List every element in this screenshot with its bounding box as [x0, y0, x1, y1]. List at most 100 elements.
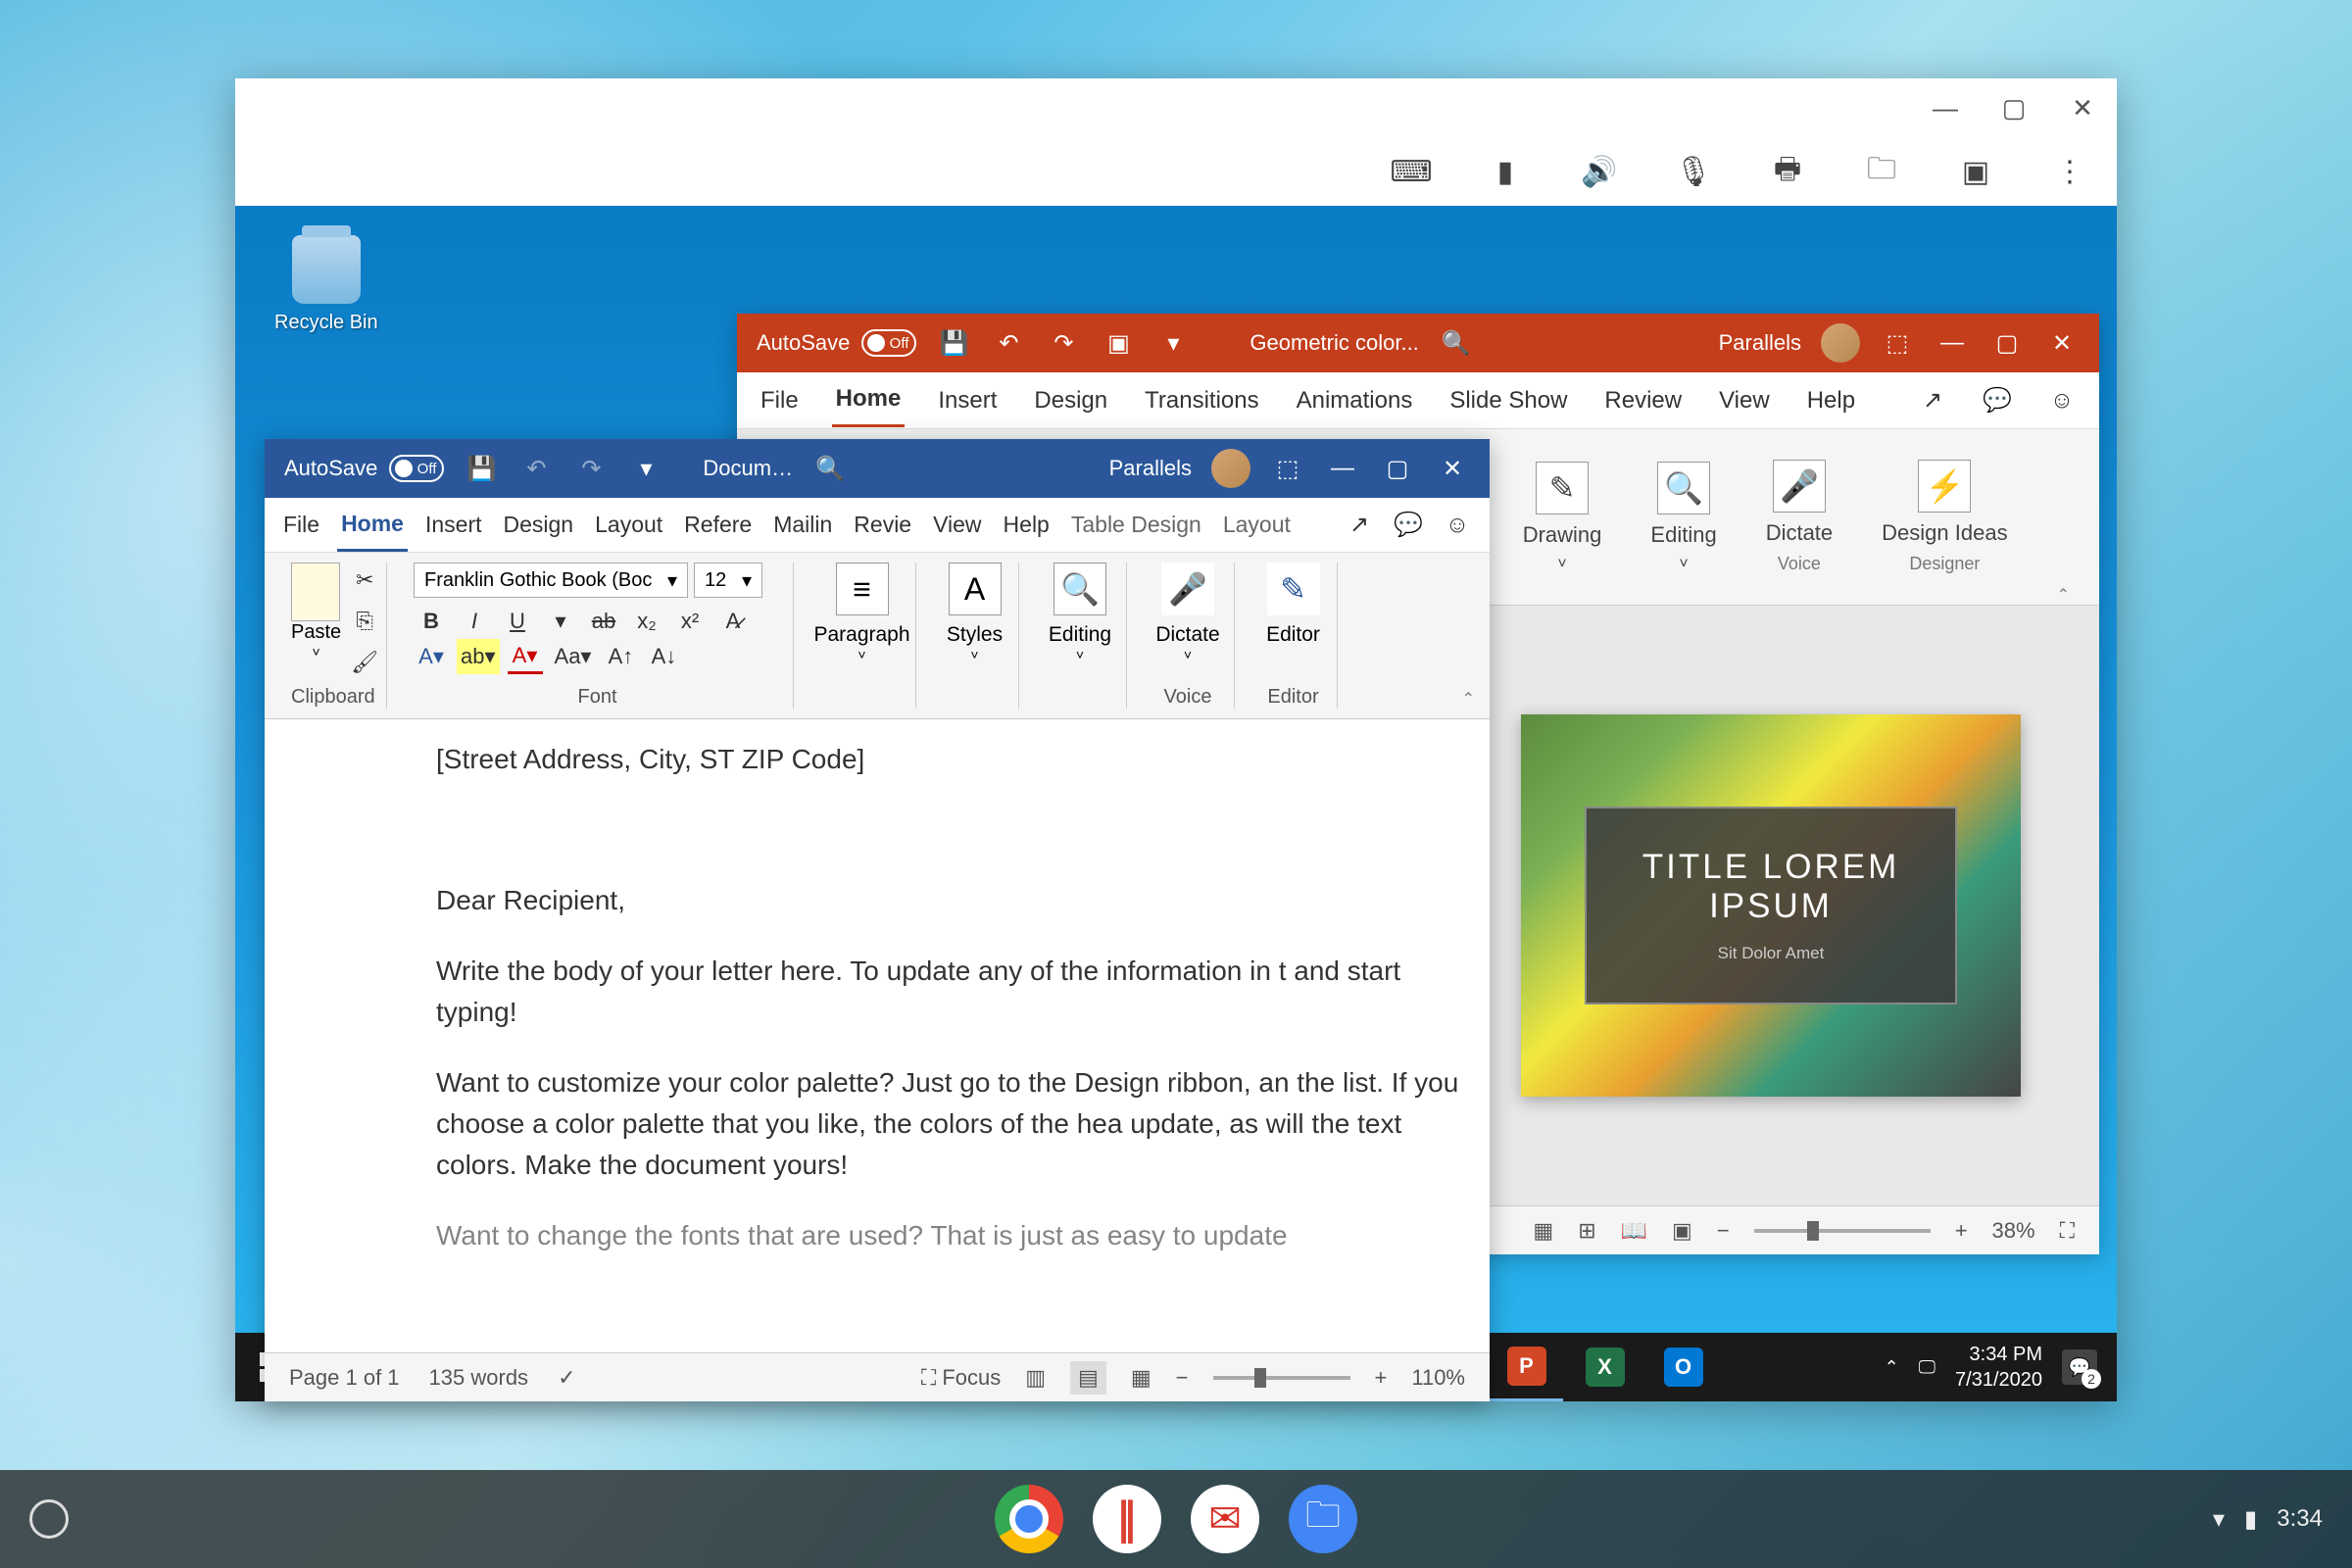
- font-color-icon[interactable]: A▾: [508, 639, 543, 674]
- recycle-bin[interactable]: Recycle Bin: [274, 235, 378, 334]
- zoom-in-icon[interactable]: +: [1375, 1365, 1388, 1391]
- emoji-icon[interactable]: ☺: [1440, 508, 1475, 543]
- menu-file[interactable]: File: [279, 500, 323, 550]
- menu-animations[interactable]: Animations: [1293, 375, 1417, 426]
- menu-home[interactable]: Home: [832, 373, 906, 427]
- taskbar-excel[interactable]: X: [1568, 1333, 1642, 1401]
- minimize-icon[interactable]: —: [1935, 325, 1970, 361]
- page-indicator[interactable]: Page 1 of 1: [289, 1365, 400, 1391]
- view-print-icon[interactable]: ▤: [1070, 1361, 1106, 1395]
- editing-icon[interactable]: 🔍: [1054, 563, 1106, 615]
- customize-qat-icon[interactable]: ▾: [1155, 325, 1191, 361]
- copy-icon[interactable]: ⎘: [347, 604, 382, 639]
- tray-clock[interactable]: 3:34 PM 7/31/2020: [1955, 1342, 2042, 1393]
- close-icon[interactable]: ✕: [2068, 96, 2097, 120]
- menu-view[interactable]: View: [929, 500, 985, 550]
- search-icon[interactable]: 🔍: [1439, 325, 1474, 361]
- undo-icon[interactable]: ↶: [991, 325, 1026, 361]
- ppt-autosave-toggle[interactable]: Off: [861, 329, 916, 357]
- volume-icon[interactable]: 🔊: [1582, 154, 1617, 189]
- redo-icon[interactable]: ↷: [1046, 325, 1081, 361]
- ribbon-dictate[interactable]: 🎤DictateVoice: [1766, 460, 1833, 574]
- ribbon-display-icon[interactable]: ⬚: [1880, 325, 1915, 361]
- tray-display-icon[interactable]: 🖵: [1919, 1357, 1936, 1378]
- menu-mailings[interactable]: Mailin: [769, 500, 836, 550]
- menu-references[interactable]: Refere: [680, 500, 756, 550]
- folder-icon[interactable]: 🗀: [1864, 154, 1899, 189]
- menu-slideshow[interactable]: Slide Show: [1446, 375, 1571, 426]
- menu-design[interactable]: Design: [1030, 375, 1111, 426]
- editor-icon[interactable]: ✎: [1267, 563, 1320, 615]
- more-icon[interactable]: ⋮: [2052, 154, 2087, 189]
- comments-icon[interactable]: 💬: [1980, 383, 2015, 418]
- view-web-icon[interactable]: ▦: [1131, 1365, 1152, 1391]
- menu-review[interactable]: Revie: [850, 500, 915, 550]
- camera-icon[interactable]: ▮: [1488, 154, 1523, 189]
- minimize-icon[interactable]: —: [1931, 96, 1960, 120]
- strikethrough-button[interactable]: ab: [586, 604, 621, 639]
- keyboard-icon[interactable]: ⌨: [1394, 154, 1429, 189]
- view-sorter-icon[interactable]: ⊞: [1578, 1218, 1595, 1244]
- menu-insert[interactable]: Insert: [421, 500, 486, 550]
- change-case-icon[interactable]: Aa▾: [551, 639, 596, 674]
- maximize-icon[interactable]: ▢: [1380, 451, 1415, 486]
- collapse-ribbon-icon[interactable]: ⌃: [1462, 689, 1475, 709]
- action-center-icon[interactable]: 💬: [2062, 1349, 2097, 1385]
- taskbar-powerpoint[interactable]: P: [1490, 1333, 1563, 1401]
- shelf-files[interactable]: 🗀: [1289, 1485, 1357, 1553]
- ribbon-editing[interactable]: 🔍Editing˅: [1650, 462, 1716, 573]
- underline-dropdown-icon[interactable]: ▾: [543, 604, 578, 639]
- print-icon[interactable]: 🖶: [1770, 154, 1805, 189]
- ribbon-drawing[interactable]: ✎Drawing˅: [1523, 462, 1602, 573]
- menu-insert[interactable]: Insert: [934, 375, 1001, 426]
- menu-layout[interactable]: Layout: [591, 500, 666, 550]
- word-autosave-toggle[interactable]: Off: [389, 455, 444, 482]
- collapse-ribbon-icon[interactable]: ⌃: [2057, 585, 2070, 605]
- underline-button[interactable]: U: [500, 604, 535, 639]
- shelf-parallels[interactable]: [1093, 1485, 1161, 1553]
- mic-icon[interactable]: 🎙: [1676, 154, 1711, 189]
- maximize-icon[interactable]: ▢: [1999, 96, 2029, 120]
- cut-icon[interactable]: ✂: [347, 563, 382, 598]
- menu-table-layout[interactable]: Layout: [1219, 500, 1295, 550]
- styles-icon[interactable]: A: [949, 563, 1002, 615]
- clear-format-icon[interactable]: A̷: [715, 604, 751, 639]
- fit-window-icon[interactable]: ⛶: [2060, 1218, 2075, 1244]
- word-count[interactable]: 135 words: [429, 1365, 529, 1391]
- subscript-button[interactable]: x₂: [629, 604, 664, 639]
- avatar[interactable]: [1211, 449, 1250, 488]
- ppt-titlebar[interactable]: AutoSave Off 💾 ↶ ↷ ▣ ▾ Geometric color..…: [737, 314, 2099, 372]
- close-icon[interactable]: ✕: [2044, 325, 2080, 361]
- customize-qat-icon[interactable]: ▾: [628, 451, 663, 486]
- maximize-icon[interactable]: ▢: [1989, 325, 2025, 361]
- paste-icon[interactable]: [291, 563, 340, 621]
- spellcheck-icon[interactable]: ✓: [558, 1365, 575, 1391]
- bold-button[interactable]: B: [414, 604, 449, 639]
- tray-overflow-icon[interactable]: ⌃: [1885, 1357, 1899, 1378]
- share-icon[interactable]: ↗: [1915, 383, 1950, 418]
- shelf-chrome[interactable]: [995, 1485, 1063, 1553]
- word-document-body[interactable]: [Street Address, City, ST ZIP Code] Dear…: [265, 719, 1490, 1347]
- grow-font-icon[interactable]: A↑: [603, 639, 638, 674]
- minimize-icon[interactable]: —: [1325, 451, 1360, 486]
- view-read-icon[interactable]: ▥: [1025, 1365, 1046, 1391]
- comments-icon[interactable]: 💬: [1391, 508, 1426, 543]
- menu-table-design[interactable]: Table Design: [1067, 500, 1205, 550]
- dictate-icon[interactable]: 🎤: [1161, 563, 1214, 615]
- font-name-select[interactable]: Franklin Gothic Book (Boc▾: [414, 563, 688, 598]
- format-painter-icon[interactable]: 🖌: [347, 645, 382, 680]
- word-titlebar[interactable]: AutoSave Off 💾 ↶ ↷ ▾ Docum… 🔍 Parallels …: [265, 439, 1490, 498]
- avatar[interactable]: [1821, 323, 1860, 363]
- menu-home[interactable]: Home: [337, 499, 408, 552]
- menu-review[interactable]: Review: [1600, 375, 1686, 426]
- superscript-button[interactable]: x²: [672, 604, 708, 639]
- view-normal-icon[interactable]: ▦: [1533, 1218, 1553, 1244]
- zoom-slider[interactable]: [1754, 1229, 1931, 1233]
- redo-icon[interactable]: ↷: [573, 451, 609, 486]
- emoji-icon[interactable]: ☺: [2044, 383, 2080, 418]
- save-icon[interactable]: 💾: [936, 325, 971, 361]
- menu-help[interactable]: Help: [1000, 500, 1054, 550]
- zoom-out-icon[interactable]: −: [1717, 1218, 1730, 1244]
- zoom-out-icon[interactable]: −: [1176, 1365, 1189, 1391]
- undo-icon[interactable]: ↶: [518, 451, 554, 486]
